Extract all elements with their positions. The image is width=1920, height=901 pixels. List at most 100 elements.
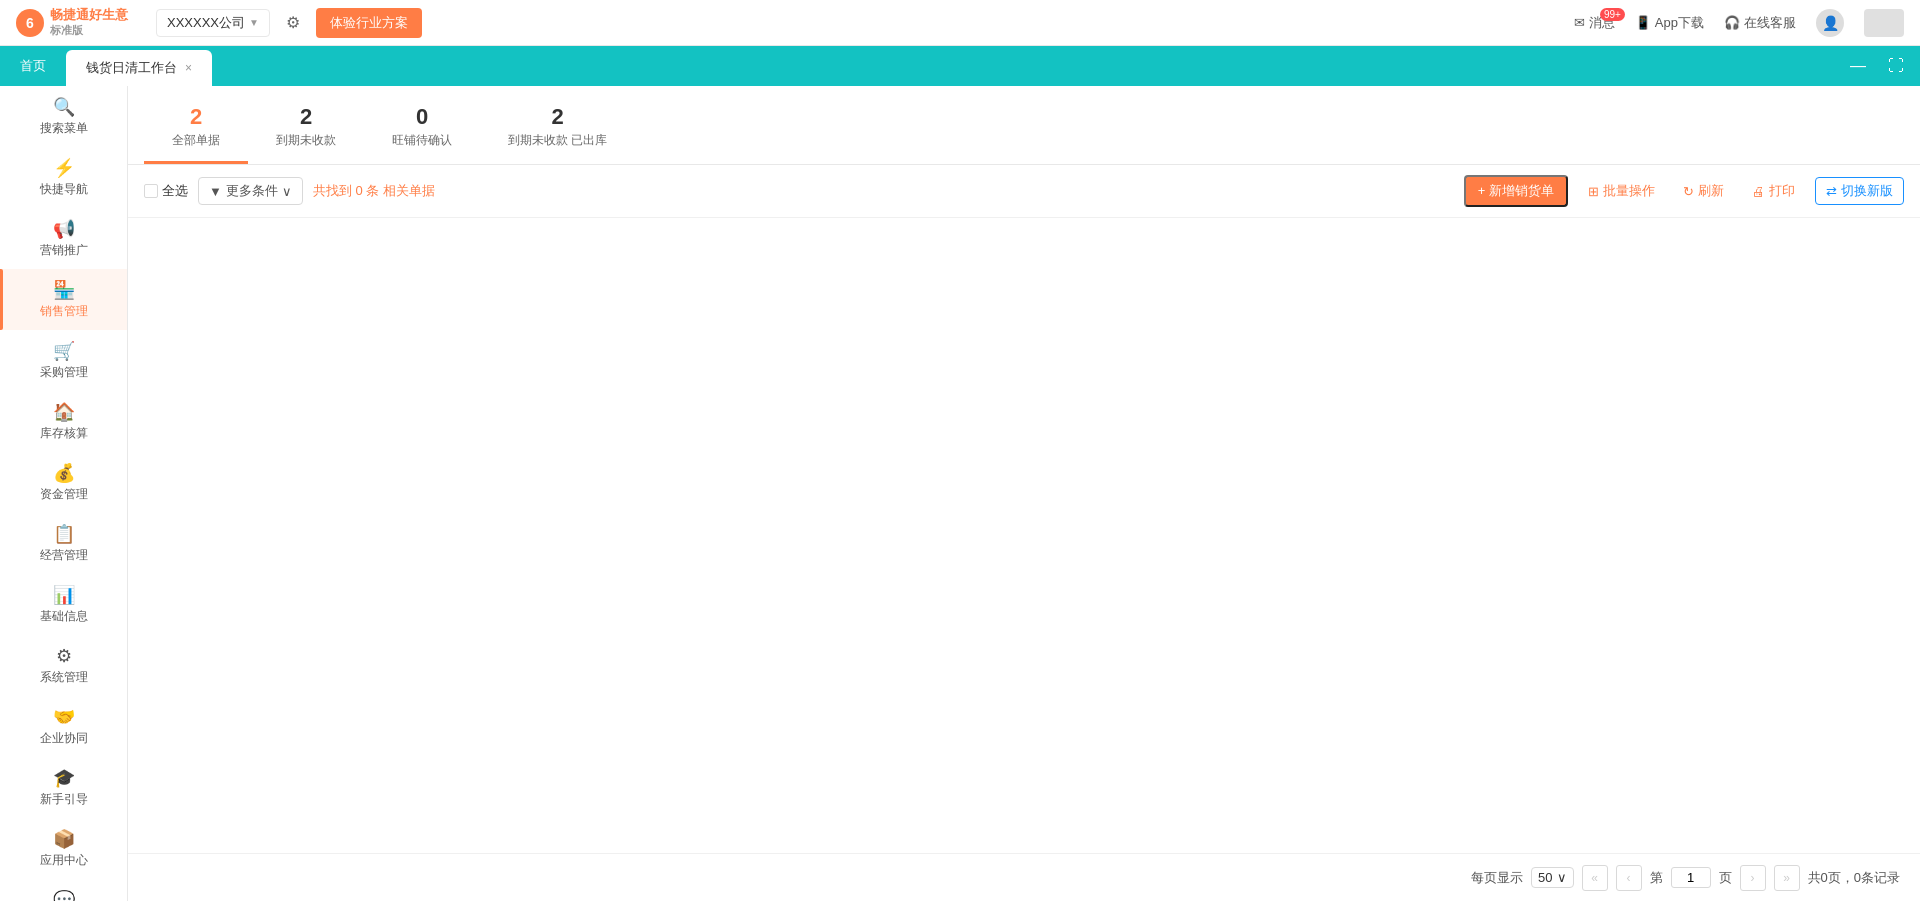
select-all-checkbox[interactable]: 全选: [144, 182, 188, 200]
sidebar-item-enterprise-wechat[interactable]: 💬 企业微信: [0, 879, 127, 901]
found-count-text: 共找到 0 条 相关单据: [313, 182, 435, 200]
toolbar: 全选 ▼ 更多条件 ∨ 共找到 0 条 相关单据 + 新增销货单 ⊞: [128, 165, 1920, 218]
summary-tab-overdue-unshipped[interactable]: 2 到期未收款 已出库: [480, 98, 635, 164]
app-name-area: 畅捷通好生意 标准版: [50, 7, 128, 38]
headset-icon: 🎧: [1724, 15, 1740, 30]
filter-button[interactable]: ▼ 更多条件 ∨: [198, 177, 303, 205]
sidebar-label-marketing: 营销推广: [40, 242, 88, 259]
avatar[interactable]: 👤: [1816, 9, 1844, 37]
sidebar-item-inventory[interactable]: 🏠 库存核算: [0, 391, 127, 452]
sidebar-label-purchase: 采购管理: [40, 364, 88, 381]
sidebar-item-search-menu[interactable]: 🔍 搜索菜单: [0, 86, 127, 147]
page-label: 第: [1650, 869, 1663, 887]
summary-tab-wangpu-pending[interactable]: 0 旺铺待确认: [364, 98, 480, 164]
app-download-label: App下载: [1655, 14, 1704, 32]
filter-icon: ▼: [209, 184, 222, 199]
summary-tab-all[interactable]: 2 全部单据: [144, 98, 248, 164]
sidebar-label-operations: 经营管理: [40, 547, 88, 564]
experience-button[interactable]: 体验行业方案: [316, 8, 422, 38]
settings-icon[interactable]: ⚙: [278, 8, 308, 38]
sidebar-item-newbie[interactable]: 🎓 新手引导: [0, 757, 127, 818]
sidebar-label-newbie: 新手引导: [40, 791, 88, 808]
sidebar-item-marketing[interactable]: 📢 营销推广: [0, 208, 127, 269]
app-download-button[interactable]: 📱 App下载: [1635, 14, 1704, 32]
finance-icon: 💰: [53, 464, 75, 482]
tab-workbench[interactable]: 钱货日清工作台 ×: [66, 50, 212, 86]
switch-version-button[interactable]: ⇄ 切换新版: [1815, 177, 1904, 205]
first-page-icon: «: [1591, 871, 1598, 885]
table-area: [128, 218, 1920, 853]
enterprise-wechat-icon: 💬: [53, 891, 75, 901]
prev-page-button[interactable]: ‹: [1616, 865, 1642, 891]
sidebar-label-sales: 销售管理: [40, 303, 88, 320]
page-total: 共0页，0条记录: [1808, 869, 1900, 887]
print-button[interactable]: 🖨 打印: [1744, 178, 1803, 204]
sidebar-label-enterprise-coop: 企业协同: [40, 730, 88, 747]
sidebar-item-purchase[interactable]: 🛒 采购管理: [0, 330, 127, 391]
found-prefix: 共找到: [313, 183, 352, 198]
sales-icon: 🏪: [53, 281, 75, 299]
sidebar-item-system[interactable]: ⚙ 系统管理: [0, 635, 127, 696]
sidebar-label-search-menu: 搜索菜单: [40, 120, 88, 137]
online-service-button[interactable]: 🎧 在线客服: [1724, 14, 1796, 32]
operations-icon: 📋: [53, 525, 75, 543]
quick-nav-icon: ⚡: [53, 159, 75, 177]
message-button[interactable]: ✉ 消息 99+: [1574, 14, 1615, 32]
online-service-label: 在线客服: [1744, 14, 1796, 32]
batch-operation-button[interactable]: ⊞ 批量操作: [1580, 178, 1663, 204]
company-selector[interactable]: XXXXXX公司 ▼: [156, 9, 270, 37]
checkbox-box[interactable]: [144, 184, 158, 198]
app-name: 畅捷通好生意: [50, 7, 128, 23]
per-page-select[interactable]: 50 ∨: [1531, 867, 1573, 888]
filter-label: 更多条件: [226, 182, 278, 200]
next-page-button[interactable]: ›: [1740, 865, 1766, 891]
logo-icon: 6: [16, 9, 44, 37]
pagination: 每页显示 50 ∨ « ‹ 第 页 › » 共0页，0条记录: [128, 853, 1920, 901]
page-input[interactable]: [1671, 867, 1711, 888]
message-icon: ✉: [1574, 15, 1585, 30]
summary-tab-overdue-uncollected[interactable]: 2 到期未收款: [248, 98, 364, 164]
sidebar-item-app-center[interactable]: 📦 应用中心: [0, 818, 127, 879]
batch-label: 批量操作: [1603, 182, 1655, 200]
last-page-icon: »: [1783, 871, 1790, 885]
tab-minimize-icon[interactable]: —: [1844, 53, 1872, 79]
page-end-label: 页: [1719, 869, 1732, 887]
tab-maximize-icon[interactable]: ⛶: [1882, 53, 1910, 79]
main-layout: 🔍 搜索菜单 ⚡ 快捷导航 📢 营销推广 🏪 销售管理 🛒 采购管理 🏠 库存核…: [0, 86, 1920, 901]
sidebar-label-finance: 资金管理: [40, 486, 88, 503]
sidebar-item-finance[interactable]: 💰 资金管理: [0, 452, 127, 513]
tab-close-icon[interactable]: ×: [185, 61, 192, 75]
sidebar-item-sales[interactable]: 🏪 销售管理: [0, 269, 127, 330]
first-page-button[interactable]: «: [1582, 865, 1608, 891]
per-page-label: 每页显示: [1471, 869, 1523, 887]
tab-bar-actions: — ⛶: [1844, 46, 1920, 86]
toolbar-left: 全选 ▼ 更多条件 ∨ 共找到 0 条 相关单据: [144, 177, 1454, 205]
newbie-icon: 🎓: [53, 769, 75, 787]
marketing-icon: 📢: [53, 220, 75, 238]
last-page-button[interactable]: »: [1774, 865, 1800, 891]
inventory-icon: 🏠: [53, 403, 75, 421]
user-name-area[interactable]: [1864, 9, 1904, 37]
summary-count-all: 2: [190, 106, 202, 128]
found-unit: 条: [366, 183, 379, 198]
summary-count-overdue-uncollected: 2: [300, 106, 312, 128]
sidebar-item-quick-nav[interactable]: ⚡ 快捷导航: [0, 147, 127, 208]
sidebar-item-basics[interactable]: 📊 基础信息: [0, 574, 127, 635]
summary-label-wangpu: 旺铺待确认: [392, 132, 452, 149]
header-left: 6 畅捷通好生意 标准版 XXXXXX公司 ▼ ⚙ 体验行业方案: [16, 7, 422, 38]
company-name: XXXXXX公司: [167, 14, 245, 32]
sidebar-label-basics: 基础信息: [40, 608, 88, 625]
select-all-label: 全选: [162, 182, 188, 200]
batch-icon: ⊞: [1588, 184, 1599, 199]
tab-home[interactable]: 首页: [0, 46, 66, 86]
sidebar-item-enterprise-coop[interactable]: 🤝 企业协同: [0, 696, 127, 757]
header-right: ✉ 消息 99+ 📱 App下载 🎧 在线客服 👤: [1574, 9, 1904, 37]
sidebar-label-quick-nav: 快捷导航: [40, 181, 88, 198]
sidebar-item-operations[interactable]: 📋 经营管理: [0, 513, 127, 574]
refresh-icon: ↻: [1683, 184, 1694, 199]
refresh-button[interactable]: ↻ 刷新: [1675, 178, 1732, 204]
tab-workbench-label: 钱货日清工作台: [86, 59, 177, 77]
add-sale-order-button[interactable]: + 新增销货单: [1464, 175, 1568, 207]
summary-label-overdue-uncollected: 到期未收款: [276, 132, 336, 149]
prev-page-icon: ‹: [1627, 871, 1631, 885]
